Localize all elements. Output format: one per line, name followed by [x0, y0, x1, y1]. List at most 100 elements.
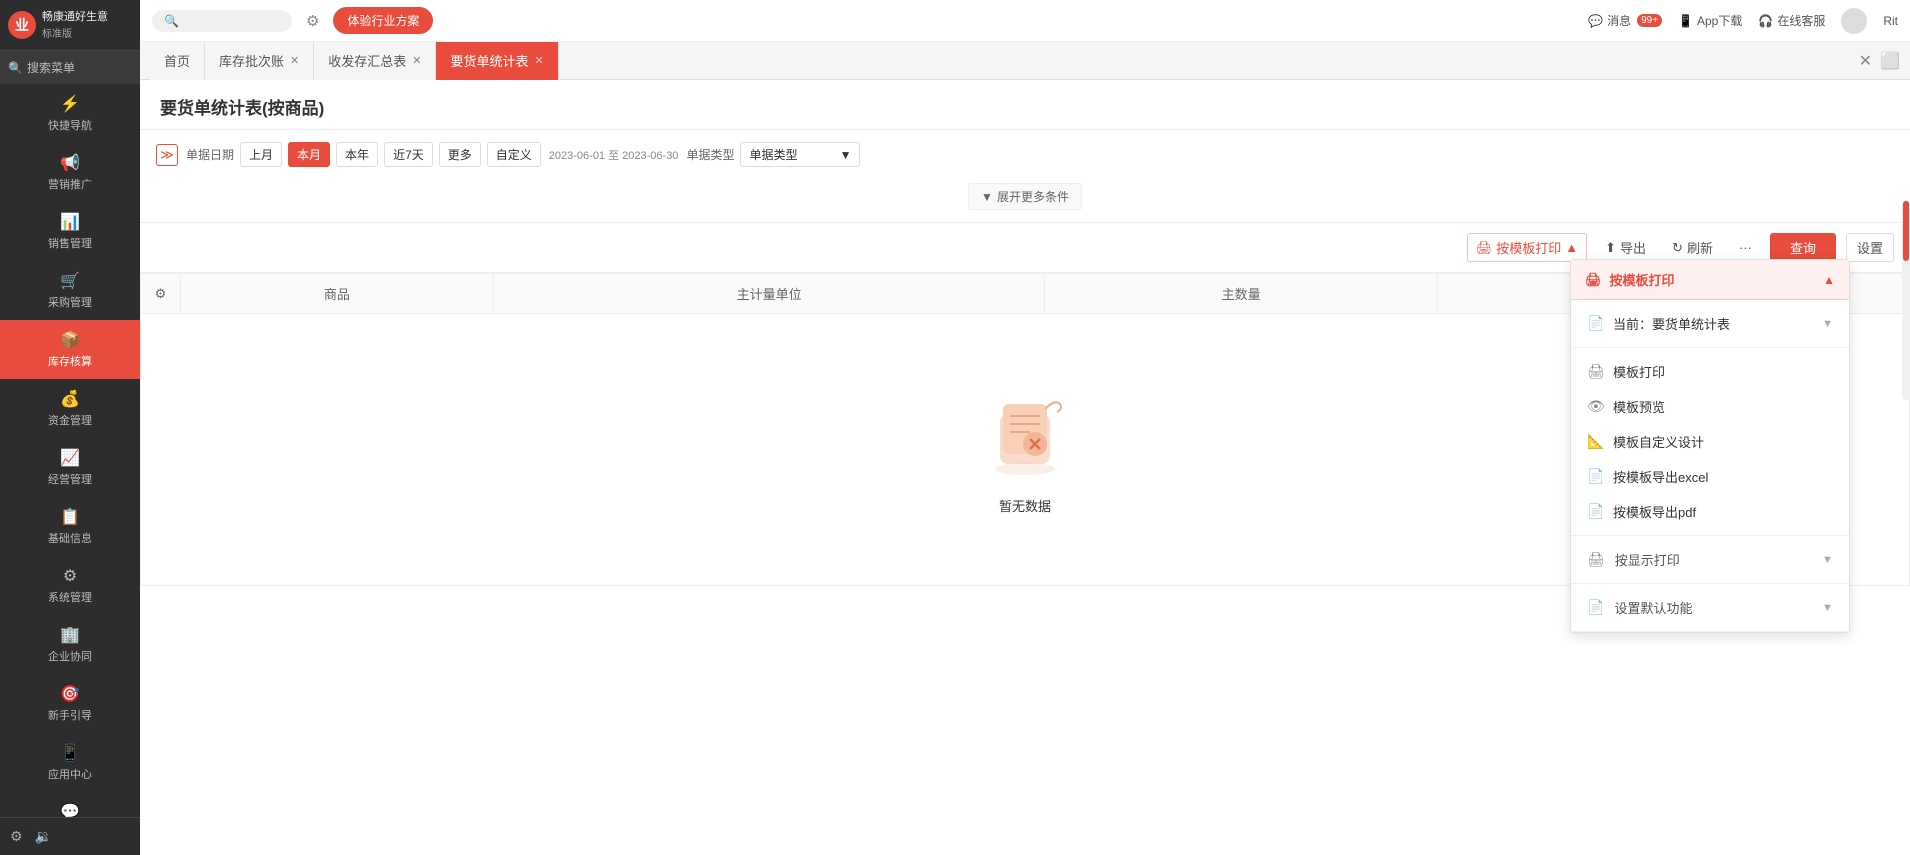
dropdown-current-item[interactable]: 📄 当前：要货单统计表 ▼ [1571, 306, 1849, 341]
dropdown-header-left: 🖨 按模板打印 [1585, 270, 1675, 289]
dropdown-current-chevron: ▼ [1822, 318, 1833, 330]
guide-icon: 🎯 [60, 684, 80, 704]
sidebar-search[interactable]: 🔍 搜索菜单 [0, 51, 140, 84]
sidebar-nav: ⚡ 快捷导航 📢 营销推广 📊 销售管理 🛒 采购管理 📦 库存核算 💰 资金管… [0, 84, 140, 817]
date-filter-more[interactable]: 更多 [439, 142, 481, 167]
topbar-gear-icon[interactable]: ⚙ [306, 12, 319, 30]
print-template-button[interactable]: 🖨 按模板打印 ▲ [1467, 233, 1587, 262]
dropdown-display-section: 🖨 按显示打印 ▼ [1571, 536, 1849, 584]
sidebar-item-operations[interactable]: 📈 经营管理 [0, 438, 140, 497]
topbar-search-box[interactable]: 🔍 [152, 10, 292, 32]
purchase-icon: 🛒 [60, 271, 80, 291]
dropdown-default-func[interactable]: 📄 设置默认功能 ▼ [1571, 590, 1849, 625]
sidebar-item-label: 快捷导航 [48, 117, 92, 133]
sidebar-item-sales[interactable]: 📊 销售管理 [0, 202, 140, 261]
tab-home[interactable]: 首页 [150, 42, 205, 80]
app-download-button[interactable]: 📱 App下载 [1678, 12, 1742, 29]
tab-receivable-summary[interactable]: 收发存汇总表 ✕ [314, 42, 436, 80]
page-content: 要货单统计表(按商品) ≫ 单据日期 上月 本月 本年 近7天 更多 自定义 2… [140, 80, 1910, 855]
trial-button[interactable]: 体验行业方案 [333, 7, 433, 34]
expand-more-btn[interactable]: ▼ 展开更多条件 [968, 183, 1082, 210]
dropdown-export-excel[interactable]: 📄 按模板导出excel [1571, 459, 1849, 494]
settings-bottom-icon[interactable]: ⚙ [10, 828, 23, 845]
tab-maximize-icon[interactable]: ⬜ [1880, 51, 1900, 71]
sidebar-item-enterprise[interactable]: 🏢 企业协同 [0, 615, 140, 674]
table-settings-header[interactable]: ⚙ [141, 274, 181, 314]
shortcut-icon: ⚡ [60, 94, 80, 114]
finance-icon: 💰 [60, 389, 80, 409]
order-type-select[interactable]: 单据类型 ▼ [740, 142, 860, 167]
message-button[interactable]: 💬 消息 99+ [1588, 12, 1662, 29]
dropdown-display-print[interactable]: 🖨 按显示打印 ▼ [1571, 542, 1849, 577]
date-filter-section: 单据日期 上月 本月 本年 近7天 更多 自定义 2023-06-01 至 20… [186, 142, 678, 167]
dropdown-template-preview[interactable]: 👁 模板预览 [1571, 389, 1849, 424]
dropdown-template-design[interactable]: 📐 模板自定义设计 [1571, 424, 1849, 459]
sidebar-item-marketing[interactable]: 📢 营销推广 [0, 143, 140, 202]
export-pdf-label: 按模板导出pdf [1613, 502, 1696, 521]
app-logo-icon: 业 [8, 11, 36, 39]
date-filter-custom[interactable]: 自定义 [487, 142, 541, 167]
template-design-label: 模板自定义设计 [1613, 432, 1704, 451]
more-button[interactable]: ··· [1731, 236, 1760, 259]
settings-button[interactable]: 设置 [1846, 233, 1894, 262]
refresh-button[interactable]: ↻ 刷新 [1664, 234, 1721, 261]
message-label: 消息 [1607, 12, 1631, 29]
dropdown-header-chevron: ▲ [1823, 273, 1835, 287]
tabbar-right: ✕ ⬜ [1859, 51, 1900, 71]
date-filter-this-month[interactable]: 本月 [288, 142, 330, 167]
tab-close-all-icon[interactable]: ✕ [1859, 51, 1872, 71]
dropdown-export-pdf[interactable]: 📄 按模板导出pdf [1571, 494, 1849, 529]
table-settings-icon[interactable]: ⚙ [155, 286, 167, 301]
sidebar-item-shortcut[interactable]: ⚡ 快捷导航 [0, 84, 140, 143]
tab-inventory-batch-close[interactable]: ✕ [290, 54, 299, 67]
online-service-button[interactable]: 🎧 在线客服 [1758, 12, 1825, 29]
dropdown-header[interactable]: 🖨 按模板打印 ▲ [1571, 260, 1849, 300]
filter-expand-toggle[interactable]: ≫ [156, 144, 178, 166]
sidebar-search-label: 搜索菜单 [27, 59, 75, 76]
tab-inventory-batch[interactable]: 库存批次账 ✕ [205, 42, 314, 80]
sidebar-item-basic[interactable]: 📋 基础信息 [0, 497, 140, 556]
sidebar-item-system[interactable]: ⚙ 系统管理 [0, 556, 140, 615]
operations-icon: 📈 [60, 448, 80, 468]
audio-icon[interactable]: 🔉 [35, 828, 52, 845]
tab-receivable-summary-close[interactable]: ✕ [412, 54, 421, 67]
sidebar-item-purchase[interactable]: 🛒 采购管理 [0, 261, 140, 320]
username-label: Rit [1883, 14, 1898, 28]
query-button[interactable]: 查询 [1770, 233, 1836, 262]
date-filter-this-year[interactable]: 本年 [336, 142, 378, 167]
tab-home-label: 首页 [164, 51, 190, 70]
appstore-icon: 📱 [60, 743, 80, 763]
right-scrollbar[interactable] [1902, 200, 1910, 400]
print-icon: 🖨 [1476, 240, 1493, 256]
dropdown-template-section: 🖨 模板打印 👁 模板预览 📐 模板自定义设计 📄 按模板导出excel [1571, 348, 1849, 536]
message-icon: 💬 [1588, 14, 1603, 28]
tab-order-stats[interactable]: 要货单统计表 ✕ [436, 42, 558, 80]
sidebar-item-appstore[interactable]: 📱 应用中心 [0, 733, 140, 792]
sidebar-item-guide[interactable]: 🎯 新手引导 [0, 674, 140, 733]
tab-order-stats-close[interactable]: ✕ [535, 54, 544, 67]
export-button[interactable]: ⬆ 导出 [1597, 234, 1654, 261]
right-scrollbar-thumb [1903, 201, 1909, 261]
sidebar-item-label: 应用中心 [48, 766, 92, 782]
date-filter-7days[interactable]: 近7天 [384, 142, 433, 167]
sidebar-item-label: 采购管理 [48, 294, 92, 310]
sidebar-item-wechat[interactable]: 💬 企业微信 [0, 792, 140, 817]
dropdown-current-label: 当前：要货单统计表 [1613, 314, 1730, 333]
dropdown-template-print[interactable]: 🖨 模板打印 [1571, 354, 1849, 389]
sidebar-item-finance[interactable]: 💰 资金管理 [0, 379, 140, 438]
empty-text: 暂无数据 [999, 496, 1051, 515]
inventory-icon: 📦 [60, 330, 80, 350]
user-avatar[interactable] [1841, 8, 1867, 34]
template-preview-icon: 👁 [1587, 398, 1603, 415]
app-edition: 标准版 [42, 25, 108, 40]
table-col-quantity: 主数量 [1045, 274, 1437, 314]
date-filter-label: 单据日期 [186, 146, 234, 163]
tabbar: 首页 库存批次账 ✕ 收发存汇总表 ✕ 要货单统计表 ✕ ✕ ⬜ [140, 42, 1910, 80]
date-filter-last-month[interactable]: 上月 [240, 142, 282, 167]
dropdown-default-func-left: 📄 设置默认功能 [1587, 598, 1692, 617]
sidebar-item-inventory[interactable]: 📦 库存核算 [0, 320, 140, 379]
app-name: 畅康通好生意 [42, 10, 108, 25]
expand-more-icon: ▼ [981, 190, 993, 204]
dropdown-current-section: 📄 当前：要货单统计表 ▼ [1571, 300, 1849, 348]
online-service-label: 在线客服 [1777, 12, 1825, 29]
